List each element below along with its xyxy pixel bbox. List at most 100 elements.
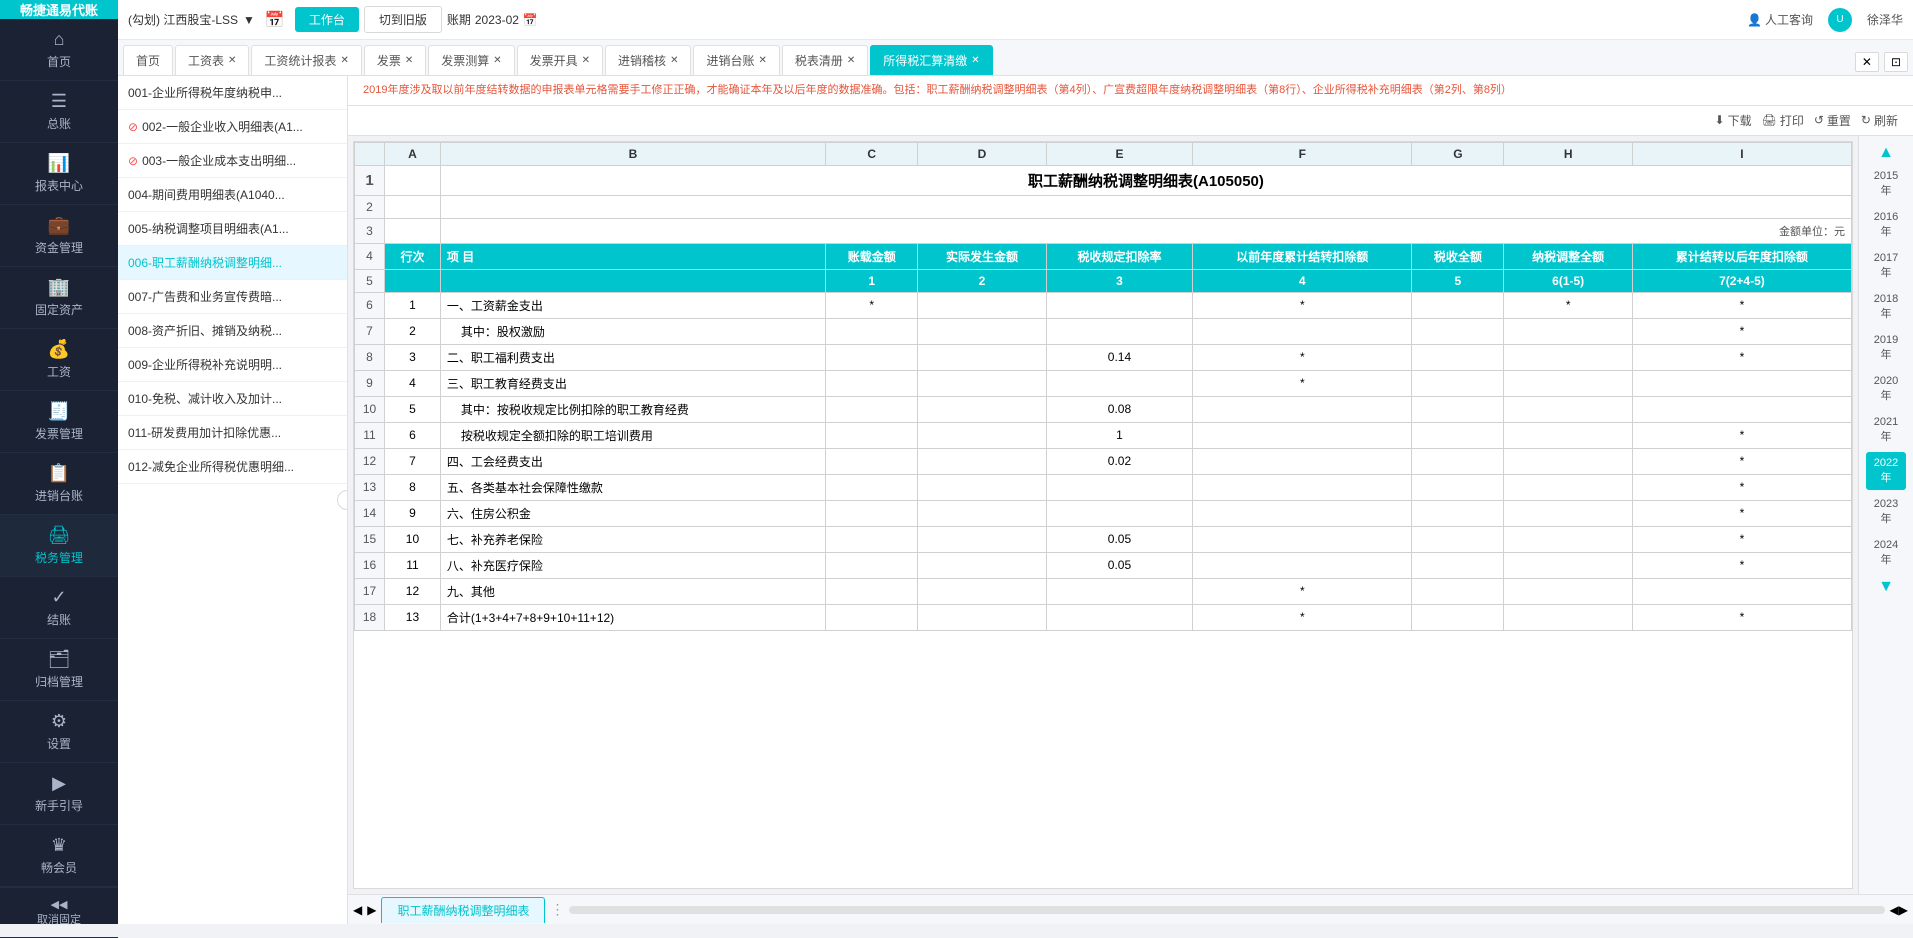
row13-c[interactable] xyxy=(826,474,918,500)
row16-h[interactable] xyxy=(1504,552,1632,578)
sidebar-item-archive[interactable]: 🗂 归档管理 xyxy=(0,639,118,701)
row11-i[interactable]: * xyxy=(1632,422,1851,448)
row10-h[interactable] xyxy=(1504,396,1632,422)
sidebar-item-settlement[interactable]: ✓ 结账 xyxy=(0,577,118,639)
row7-i[interactable]: * xyxy=(1632,318,1851,344)
row13-g[interactable] xyxy=(1412,474,1504,500)
sidebar-item-member[interactable]: ♛ 畅会员 xyxy=(0,825,118,887)
row18-e[interactable] xyxy=(1046,604,1193,630)
download-btn[interactable]: ⬇ 下载 xyxy=(1715,112,1752,129)
row11-c[interactable] xyxy=(826,422,918,448)
tab-purchase-check-close[interactable]: ✕ xyxy=(670,55,678,66)
row16-e[interactable]: 0.05 xyxy=(1046,552,1193,578)
workspace-button[interactable]: 工作台 xyxy=(295,7,359,32)
sidebar-item-general-ledger[interactable]: ☰ 总账 xyxy=(0,81,118,143)
sidebar-item-tax-mgmt[interactable]: 🖨 税务管理 xyxy=(0,515,118,577)
row15-d[interactable] xyxy=(918,526,1046,552)
row6-item[interactable]: 一、工资薪金支出 xyxy=(440,292,825,318)
row11-g[interactable] xyxy=(1412,422,1504,448)
row12-d[interactable] xyxy=(918,448,1046,474)
row7-h[interactable] xyxy=(1504,318,1632,344)
year-2015[interactable]: 2015年 xyxy=(1866,165,1906,203)
sidebar-item-invoice-mgmt[interactable]: 🧾 发票管理 xyxy=(0,391,118,453)
row14-seq[interactable]: 9 xyxy=(385,500,441,526)
row6-c[interactable]: * xyxy=(826,292,918,318)
row7-seq[interactable]: 2 xyxy=(385,318,441,344)
tab-expand-btn[interactable]: ⊡ xyxy=(1884,52,1908,72)
row15-g[interactable] xyxy=(1412,526,1504,552)
left-item-006[interactable]: 006-职工薪酬纳税调整明细... xyxy=(118,246,347,280)
left-item-010[interactable]: 010-免税、减计收入及加计... xyxy=(118,382,347,416)
row14-c[interactable] xyxy=(826,500,918,526)
row12-c[interactable] xyxy=(826,448,918,474)
row13-h[interactable] xyxy=(1504,474,1632,500)
left-item-011[interactable]: 011-研发费用加计扣除优惠... xyxy=(118,416,347,450)
row11-f[interactable] xyxy=(1193,422,1412,448)
tab-invoice-open-close[interactable]: ✕ xyxy=(582,55,590,66)
row16-d[interactable] xyxy=(918,552,1046,578)
row9-seq[interactable]: 4 xyxy=(385,370,441,396)
row8-i[interactable]: * xyxy=(1632,344,1851,370)
row7-e[interactable] xyxy=(1046,318,1193,344)
row10-seq[interactable]: 5 xyxy=(385,396,441,422)
sidebar-cancel-fixed[interactable]: ◀◀ 取消固定 xyxy=(0,888,118,938)
row13-seq[interactable]: 8 xyxy=(385,474,441,500)
row14-item[interactable]: 六、住房公积金 xyxy=(440,500,825,526)
tab-invoice-close[interactable]: ✕ xyxy=(405,55,413,66)
row8-g[interactable] xyxy=(1412,344,1504,370)
print-btn[interactable]: 🖨 打印 xyxy=(1762,112,1804,129)
row18-h[interactable] xyxy=(1504,604,1632,630)
row8-seq[interactable]: 3 xyxy=(385,344,441,370)
row11-item[interactable]: 按税收规定全额扣除的职工培训费用 xyxy=(440,422,825,448)
row10-c[interactable] xyxy=(826,396,918,422)
row15-seq[interactable]: 10 xyxy=(385,526,441,552)
row8-c[interactable] xyxy=(826,344,918,370)
row9-h[interactable] xyxy=(1504,370,1632,396)
row17-g[interactable] xyxy=(1412,578,1504,604)
row11-h[interactable] xyxy=(1504,422,1632,448)
row15-h[interactable] xyxy=(1504,526,1632,552)
row7-f[interactable] xyxy=(1193,318,1412,344)
row6-h[interactable]: * xyxy=(1504,292,1632,318)
row7-c[interactable] xyxy=(826,318,918,344)
row17-c[interactable] xyxy=(826,578,918,604)
year-2023[interactable]: 2023年 xyxy=(1866,493,1906,531)
sidebar-item-fixed-assets[interactable]: 🏢 固定资产 xyxy=(0,267,118,329)
sidebar-item-sales-ledger[interactable]: 📋 进销台账 xyxy=(0,453,118,515)
left-item-001[interactable]: 001-企业所得税年度纳税申... xyxy=(118,76,347,110)
tab-close-all-btn[interactable]: ✕ xyxy=(1855,52,1879,72)
tab-invoice-open[interactable]: 发票开具 ✕ xyxy=(517,45,603,75)
period-calendar-icon[interactable]: 📅 xyxy=(523,13,538,27)
year-2021[interactable]: 2021年 xyxy=(1866,411,1906,449)
row12-h[interactable] xyxy=(1504,448,1632,474)
row9-c[interactable] xyxy=(826,370,918,396)
row16-f[interactable] xyxy=(1193,552,1412,578)
row17-i[interactable] xyxy=(1632,578,1851,604)
user-service-link[interactable]: 👤 人工客询 xyxy=(1747,11,1813,28)
row15-f[interactable] xyxy=(1193,526,1412,552)
row14-g[interactable] xyxy=(1412,500,1504,526)
row9-g[interactable] xyxy=(1412,370,1504,396)
row6-i[interactable]: * xyxy=(1632,292,1851,318)
tab-salary-report-close[interactable]: ✕ xyxy=(340,55,348,66)
row18-c[interactable] xyxy=(826,604,918,630)
row18-f[interactable]: * xyxy=(1193,604,1412,630)
row10-f[interactable] xyxy=(1193,396,1412,422)
year-2016[interactable]: 2016年 xyxy=(1866,206,1906,244)
company-dropdown-icon[interactable]: ▼ xyxy=(243,13,255,27)
bottom-tab-menu[interactable]: ⋮ xyxy=(550,901,564,918)
row16-g[interactable] xyxy=(1412,552,1504,578)
row16-item[interactable]: 八、补充医疗保险 xyxy=(440,552,825,578)
tab-income-tax-close[interactable]: ✕ xyxy=(971,55,979,66)
row8-f[interactable]: * xyxy=(1193,344,1412,370)
row7-item[interactable]: 其中：股权激励 xyxy=(440,318,825,344)
row17-seq[interactable]: 12 xyxy=(385,578,441,604)
switch-old-button[interactable]: 切到旧版 xyxy=(364,6,442,33)
row10-g[interactable] xyxy=(1412,396,1504,422)
year-2019[interactable]: 2019年 xyxy=(1866,329,1906,367)
left-item-003[interactable]: ⊘ 003-一般企业成本支出明细... xyxy=(118,144,347,178)
sidebar-item-report-center[interactable]: 📊 报表中心 xyxy=(0,143,118,205)
tab-tax-list-close[interactable]: ✕ xyxy=(847,55,855,66)
row13-i[interactable]: * xyxy=(1632,474,1851,500)
row6-seq[interactable]: 1 xyxy=(385,292,441,318)
